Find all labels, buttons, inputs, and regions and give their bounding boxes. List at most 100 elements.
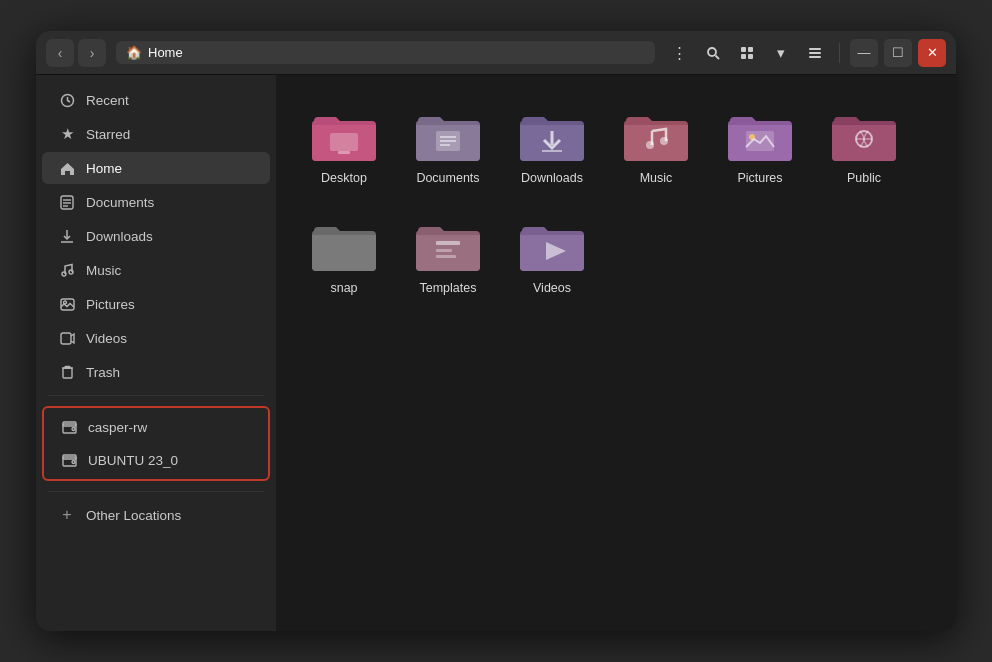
forward-button[interactable]: › [78,39,106,67]
file-item-public[interactable]: Public [820,99,908,193]
file-item-pictures[interactable]: Pictures [716,99,804,193]
svg-rect-6 [809,48,821,50]
svg-point-0 [708,48,716,56]
desktop-label: Desktop [321,171,367,185]
drives-group: casper-rw ⏏ UBUNTU 23_0 ⏏ [42,406,270,481]
home-label: Home [86,161,254,176]
pictures-icon [58,295,76,313]
svg-rect-32 [338,151,350,154]
templates-file-label: Templates [420,281,477,295]
search-button[interactable] [699,39,727,67]
sidebar-separator-1 [48,395,264,396]
svg-rect-47 [436,255,456,258]
snap-file-label: snap [330,281,357,295]
close-button[interactable]: ✕ [918,39,946,67]
pictures-file-label: Pictures [737,171,782,185]
public-file-label: Public [847,171,881,185]
sidebar-item-music[interactable]: Music [42,254,270,286]
documents-file-label: Documents [416,171,479,185]
minimize-button[interactable]: — [850,39,878,67]
sidebar-item-videos[interactable]: Videos [42,322,270,354]
documents-icon [58,193,76,211]
svg-line-1 [716,55,720,59]
svg-rect-5 [748,54,753,59]
starred-icon: ★ [58,125,76,143]
svg-rect-21 [63,368,72,378]
videos-label: Videos [86,331,254,346]
nav-buttons: ‹ › [46,39,106,67]
trash-icon [58,363,76,381]
sidebar-item-recent[interactable]: Recent [42,84,270,116]
downloads-file-label: Downloads [521,171,583,185]
svg-rect-4 [741,54,746,59]
sidebar-item-downloads[interactable]: Downloads [42,220,270,252]
home-icon: 🏠 [126,45,142,60]
music-file-label: Music [640,171,673,185]
recent-icon [58,91,76,109]
path-title: Home [148,45,183,60]
menu-button[interactable]: ⋮ [665,39,693,67]
drive-icon-casper [60,418,78,436]
svg-rect-3 [748,47,753,52]
svg-rect-31 [330,133,358,151]
file-item-snap[interactable]: snap [300,209,388,303]
path-bar[interactable]: 🏠 Home [116,41,655,64]
starred-label: Starred [86,127,254,142]
svg-rect-8 [809,56,821,58]
sidebar-item-casper-rw[interactable]: casper-rw ⏏ [44,411,268,443]
videos-icon [58,329,76,347]
recent-label: Recent [86,93,254,108]
home-sidebar-icon [58,159,76,177]
svg-point-16 [62,272,66,276]
file-item-templates[interactable]: Templates [404,209,492,303]
back-button[interactable]: ‹ [46,39,74,67]
svg-rect-46 [436,249,452,252]
other-locations-icon: + [58,506,76,524]
casper-rw-label: casper-rw [88,420,230,435]
file-item-downloads[interactable]: Downloads [508,99,596,193]
file-item-documents[interactable]: Documents [404,99,492,193]
svg-point-17 [69,270,73,274]
file-item-videos[interactable]: Videos [508,209,596,303]
svg-rect-20 [61,333,71,344]
documents-label: Documents [86,195,254,210]
ubuntu-230-label: UBUNTU 23_0 [88,453,230,468]
other-locations-label: Other Locations [86,508,254,523]
file-item-music[interactable]: Music [612,99,700,193]
svg-point-30 [72,460,75,463]
pictures-label: Pictures [86,297,254,312]
sidebar-item-starred[interactable]: ★ Starred [42,118,270,150]
file-manager-window: ‹ › 🏠 Home ⋮ ▾ — ☐ ✕ [36,31,956,631]
sidebar-item-pictures[interactable]: Pictures [42,288,270,320]
view-dropdown-button[interactable]: ▾ [767,39,795,67]
maximize-button[interactable]: ☐ [884,39,912,67]
drive-icon-ubuntu [60,451,78,469]
sidebar-item-ubuntu-230[interactable]: UBUNTU 23_0 ⏏ [44,444,268,476]
svg-rect-7 [809,52,821,54]
videos-file-label: Videos [533,281,571,295]
sidebar-separator-2 [48,491,264,492]
file-area: Desktop Documents [276,75,956,631]
music-label: Music [86,263,254,278]
titlebar: ‹ › 🏠 Home ⋮ ▾ — ☐ ✕ [36,31,956,75]
svg-rect-2 [741,47,746,52]
sidebar-item-documents[interactable]: Documents [42,186,270,218]
file-item-desktop[interactable]: Desktop [300,99,388,193]
svg-point-39 [646,141,654,149]
main-content: Recent ★ Starred Home Documents [36,75,956,631]
separator [839,43,840,63]
sidebar-item-home[interactable]: Home [42,152,270,184]
svg-point-27 [72,427,75,430]
sidebar-item-other-locations[interactable]: + Other Locations [42,499,270,531]
trash-label: Trash [86,365,254,380]
titlebar-actions: ⋮ ▾ — ☐ ✕ [665,39,946,67]
downloads-label: Downloads [86,229,254,244]
view-toggle-button[interactable] [733,39,761,67]
svg-point-40 [660,137,668,145]
file-grid: Desktop Documents [300,99,932,303]
downloads-icon [58,227,76,245]
list-view-button[interactable] [801,39,829,67]
sidebar: Recent ★ Starred Home Documents [36,75,276,631]
music-icon [58,261,76,279]
sidebar-item-trash[interactable]: Trash [42,356,270,388]
